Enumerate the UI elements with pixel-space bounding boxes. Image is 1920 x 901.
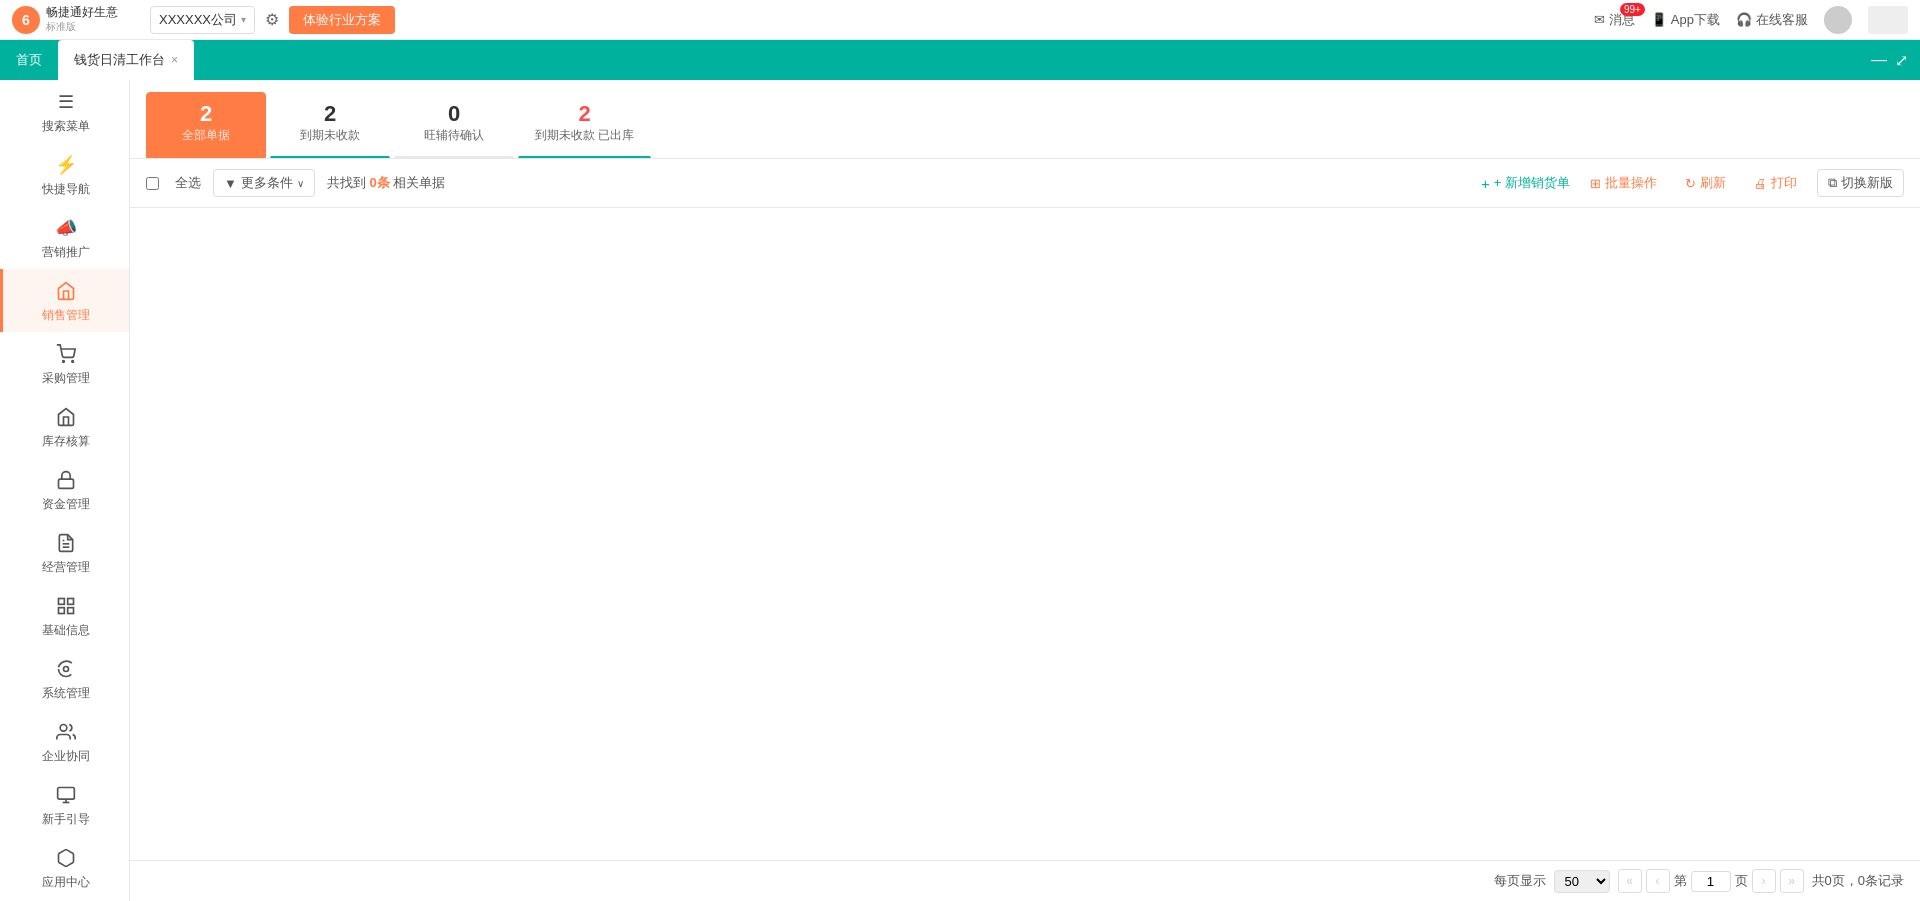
tab-bar: 首页 钱货日清工作台 × — ⤢	[0, 40, 1920, 80]
avatar-image	[1824, 6, 1852, 34]
lightning-icon: ⚡	[54, 153, 78, 177]
svg-point-9	[64, 667, 69, 672]
svg-rect-2	[59, 479, 74, 488]
try-industry-button[interactable]: 体验行业方案	[289, 6, 395, 34]
guide-icon	[54, 783, 78, 807]
search-menu-icon: ☰	[54, 90, 78, 114]
top-bar: 6 畅捷通好生意 标准版 XXXXXX公司 ▾ ⚙ 体验行业方案 ✉ 消息 99…	[0, 0, 1920, 40]
pagination-bar: 每页显示 50 100 200 « ‹ 第 页 › » 共0页，0条记录	[130, 860, 1920, 901]
new-version-button[interactable]: ⧉ 切换新版	[1817, 169, 1904, 197]
batch-operation-button[interactable]: ⊞ 批量操作	[1582, 170, 1665, 196]
toolbar: 全选 ▼ 更多条件 ∨ 共找到 0条 相关单据 + + 新增销货单	[130, 159, 1920, 208]
content-area: 2 全部单据 2 到期未收款 0 旺辅待确认 2 到期未收款 已出库	[130, 80, 1920, 901]
sidebar-item-sales[interactable]: 销售管理	[0, 269, 129, 332]
page-nav: « ‹ 第 页 › »	[1618, 869, 1804, 893]
select-all-checkbox[interactable]	[146, 177, 159, 190]
sidebar-item-finance[interactable]: 资金管理	[0, 458, 129, 521]
minimize-icon[interactable]: —	[1871, 51, 1887, 69]
batch-icon: ⊞	[1590, 176, 1601, 191]
svg-rect-11	[58, 788, 75, 800]
switch-icon: ⧉	[1828, 175, 1837, 191]
marketing-icon: 📣	[54, 216, 78, 240]
prev-page-button[interactable]: ‹	[1646, 869, 1670, 893]
logo-icon: 6	[12, 6, 40, 34]
refresh-button[interactable]: ↻ 刷新	[1677, 170, 1734, 196]
logo-text: 畅捷通好生意 标准版	[46, 5, 118, 35]
inventory-icon	[54, 405, 78, 429]
settings-icon[interactable]: ⚙	[265, 10, 279, 29]
sidebar-item-guide[interactable]: 新手引导	[0, 773, 129, 836]
sidebar-item-operation[interactable]: 经营管理	[0, 521, 129, 584]
sidebar-item-nav[interactable]: ⚡ 快捷导航	[0, 143, 129, 206]
headset-icon: 🎧	[1736, 12, 1752, 27]
page-number-input[interactable]	[1691, 871, 1731, 892]
app-download-item[interactable]: 📱 App下载	[1651, 11, 1720, 29]
sidebar-item-system[interactable]: 系统管理	[0, 647, 129, 710]
first-page-button[interactable]: «	[1618, 869, 1642, 893]
svg-point-1	[72, 361, 74, 363]
sidebar-item-appstore[interactable]: 应用中心	[0, 836, 129, 899]
sidebar-item-search[interactable]: ☰ 搜索菜单	[0, 80, 129, 143]
stat-tab-all[interactable]: 2 全部单据	[146, 92, 266, 158]
sidebar-item-inventory[interactable]: 库存核算	[0, 395, 129, 458]
phone-icon: 📱	[1651, 12, 1667, 27]
svg-rect-6	[68, 599, 74, 605]
tab-bar-right: — ⤢	[1871, 51, 1920, 70]
table-area	[130, 208, 1920, 860]
cooperation-icon	[54, 720, 78, 744]
svg-point-0	[63, 361, 65, 363]
appstore-icon	[54, 846, 78, 870]
filter-icon: ▼	[224, 176, 237, 191]
chevron-down-icon: ▾	[241, 14, 246, 25]
stat-tab-overdue-out[interactable]: 2 到期未收款 已出库	[518, 92, 651, 158]
operation-icon	[54, 531, 78, 555]
sidebar-item-cooperation[interactable]: 企业协同	[0, 710, 129, 773]
last-page-button[interactable]: »	[1780, 869, 1804, 893]
message-icon: ✉	[1594, 12, 1605, 27]
maximize-icon[interactable]: ⤢	[1895, 51, 1908, 70]
tab-home[interactable]: 首页	[0, 40, 58, 80]
total-count: 共0页，0条记录	[1812, 872, 1904, 890]
svg-point-10	[60, 725, 67, 732]
chevron-down-icon: ∨	[297, 178, 304, 189]
sidebar-item-purchase[interactable]: 采购管理	[0, 332, 129, 395]
user-menu[interactable]	[1868, 6, 1908, 34]
stat-tab-overdue[interactable]: 2 到期未收款	[270, 92, 390, 158]
basic-icon	[54, 594, 78, 618]
next-page-button[interactable]: ›	[1752, 869, 1776, 893]
filter-button[interactable]: ▼ 更多条件 ∨	[213, 169, 315, 197]
finance-icon	[54, 468, 78, 492]
stat-tab-wangwang[interactable]: 0 旺辅待确认	[394, 92, 514, 158]
main-layout: ☰ 搜索菜单 ⚡ 快捷导航 📣 营销推广 销售管理	[0, 80, 1920, 901]
per-page-select[interactable]: 50 100 200	[1554, 870, 1610, 893]
tab-close-icon[interactable]: ×	[171, 53, 178, 67]
toolbar-right: + + 新增销货单 ⊞ 批量操作 ↻ 刷新 🖨 打印	[1481, 169, 1904, 197]
top-right-area: ✉ 消息 99+ 📱 App下载 🎧 在线客服	[1594, 6, 1908, 34]
refresh-icon: ↻	[1685, 176, 1696, 191]
sidebar-item-marketing[interactable]: 📣 营销推广	[0, 206, 129, 269]
message-item[interactable]: ✉ 消息 99+	[1594, 11, 1635, 29]
svg-rect-5	[59, 599, 65, 605]
svg-rect-7	[68, 608, 74, 614]
sales-icon	[54, 279, 78, 303]
print-button[interactable]: 🖨 打印	[1746, 170, 1805, 196]
system-icon	[54, 657, 78, 681]
sidebar-item-basic[interactable]: 基础信息	[0, 584, 129, 647]
purchase-icon	[54, 342, 78, 366]
logo-area: 6 畅捷通好生意 标准版	[12, 5, 142, 35]
print-icon: 🖨	[1754, 176, 1767, 191]
avatar[interactable]	[1824, 6, 1852, 34]
tab-work[interactable]: 钱货日清工作台 ×	[58, 40, 194, 80]
add-sales-button[interactable]: + + 新增销货单	[1481, 174, 1570, 192]
online-service-item[interactable]: 🎧 在线客服	[1736, 11, 1808, 29]
message-badge: 99+	[1620, 3, 1645, 16]
stats-tabs: 2 全部单据 2 到期未收款 0 旺辅待确认 2 到期未收款 已出库	[130, 80, 1920, 159]
svg-rect-8	[59, 608, 65, 614]
company-selector[interactable]: XXXXXX公司 ▾	[150, 6, 255, 34]
sidebar: ☰ 搜索菜单 ⚡ 快捷导航 📣 营销推广 销售管理	[0, 80, 130, 901]
